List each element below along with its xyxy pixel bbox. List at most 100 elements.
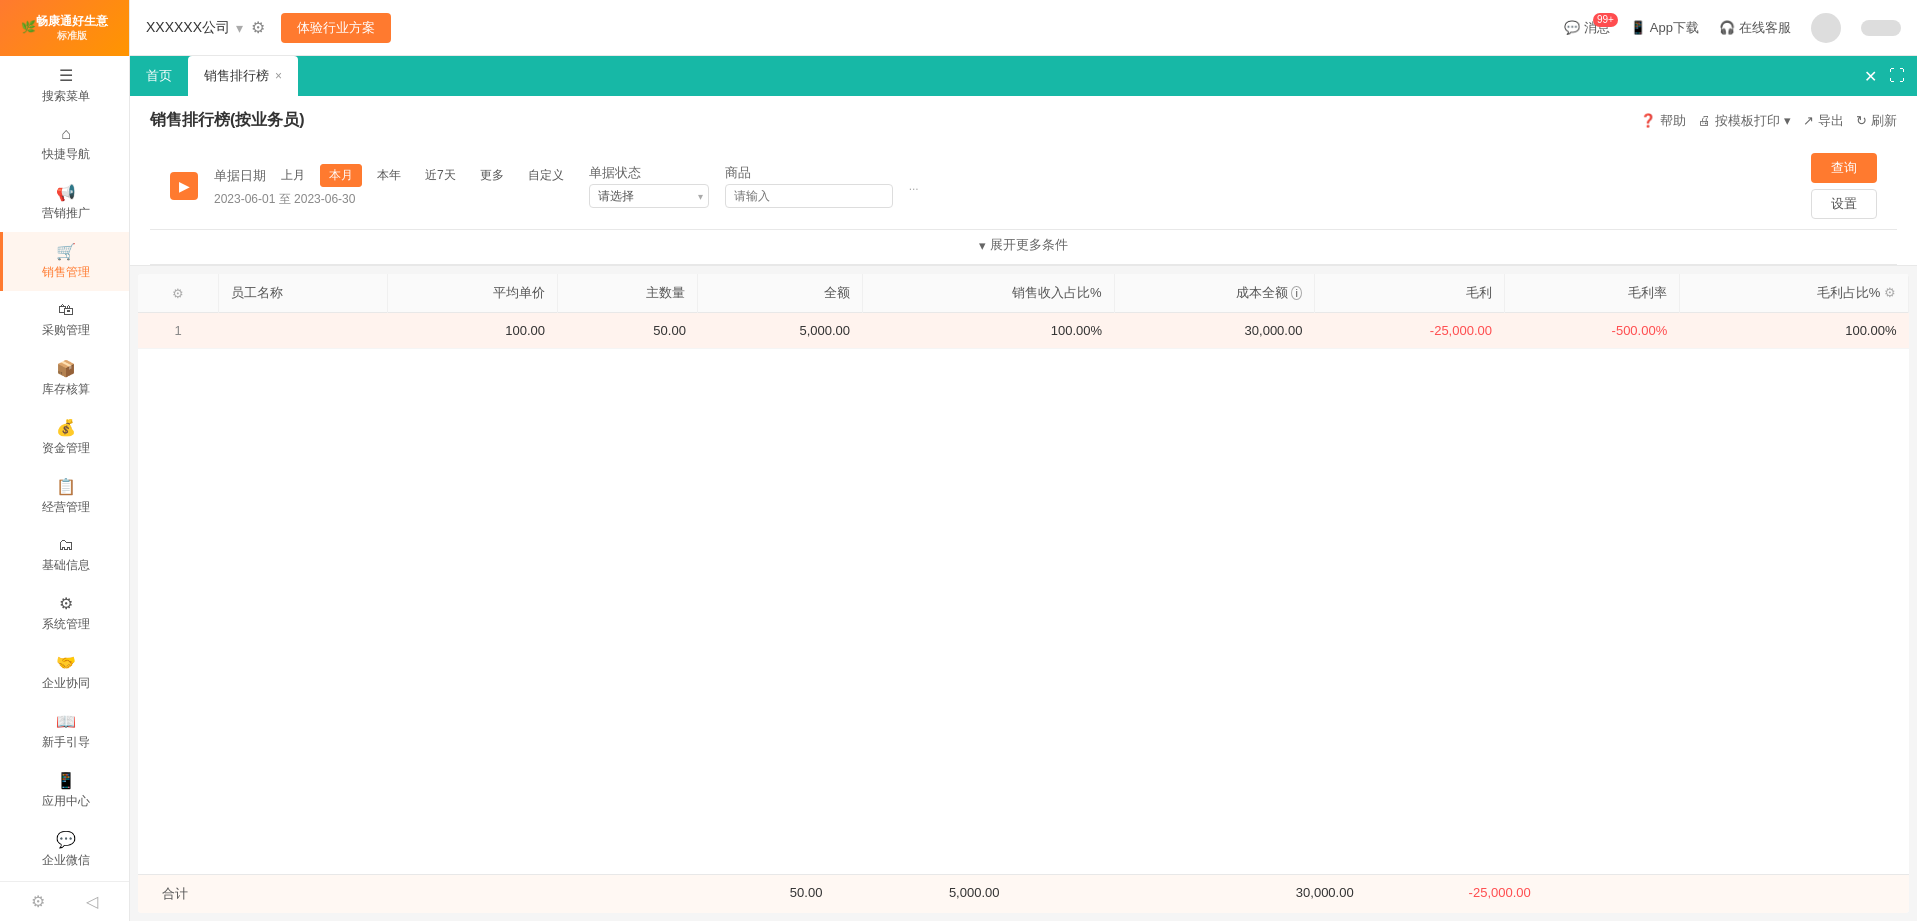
cell-rank: 1 xyxy=(138,313,218,349)
footer-main-qty-cell: 50.00 xyxy=(657,885,834,903)
avatar[interactable] xyxy=(1811,13,1841,43)
footer-avg-price-cell xyxy=(480,885,657,903)
cell-gross: -25,000.00 xyxy=(1314,313,1504,349)
query-btn-area: 查询 设置 xyxy=(1811,153,1877,219)
sidebar-item-搜索菜单[interactable]: ☰ 搜索菜单 xyxy=(0,56,129,115)
sidebar-item-系统管理[interactable]: ⚙ 系统管理 xyxy=(0,584,129,643)
date-opt-custom[interactable]: 自定义 xyxy=(519,164,573,187)
message-icon: 💬 xyxy=(1564,20,1580,35)
company-selector[interactable]: XXXXXX公司 ▾ xyxy=(146,19,243,37)
date-opt-more[interactable]: 更多 xyxy=(471,164,513,187)
sidebar-item-企业协同[interactable]: 🤝 企业协同 xyxy=(0,643,129,702)
message-button[interactable]: 💬 消息 99+ xyxy=(1564,19,1610,37)
sidebar-item-资金管理[interactable]: 💰 资金管理 xyxy=(0,408,129,467)
col-sales-pct: 销售收入占比% xyxy=(862,274,1114,313)
tab-close-icon[interactable]: × xyxy=(275,69,282,83)
cost-info-icon[interactable]: i xyxy=(1291,286,1301,300)
expand-button[interactable]: ▾ 展开更多条件 xyxy=(979,236,1068,254)
sidebar-item-应用中心[interactable]: 📱 应用中心 xyxy=(0,761,129,820)
sidebar-label-6: 资金管理 xyxy=(42,440,90,457)
col-settings[interactable]: ⚙ xyxy=(138,274,218,313)
sidebar-icon-9: ⚙ xyxy=(59,594,73,613)
sidebar-item-采购管理[interactable]: 🛍 采购管理 xyxy=(0,291,129,349)
help-button[interactable]: ❓ 帮助 xyxy=(1640,112,1686,130)
sidebar-label-0: 搜索菜单 xyxy=(42,88,90,105)
page-title: 销售排行榜(按业务员) xyxy=(150,110,305,131)
page-actions: ❓ 帮助 🖨 按模板打印 ▾ ↗ 导出 ↻ 刷新 xyxy=(1640,112,1897,130)
query-button[interactable]: 查询 xyxy=(1811,153,1877,183)
sidebar-item-库存核算[interactable]: 📦 库存核算 xyxy=(0,349,129,408)
topbar-settings-icon[interactable]: ⚙ xyxy=(251,18,265,37)
sidebar-label-7: 经营管理 xyxy=(42,499,90,516)
tab-fullscreen-icon[interactable]: ⛶ xyxy=(1889,67,1905,85)
sidebar-item-快捷导航[interactable]: ⌂ 快捷导航 xyxy=(0,115,129,173)
sidebar-item-经营管理[interactable]: 📋 经营管理 xyxy=(0,467,129,526)
sidebar-label-4: 采购管理 xyxy=(42,322,90,339)
print-button[interactable]: 🖨 按模板打印 ▾ xyxy=(1698,112,1791,130)
app-download-label: App下载 xyxy=(1650,19,1699,37)
sidebar-item-企业微信[interactable]: 💬 企业微信 xyxy=(0,820,129,879)
footer-amount-cell: 5,000.00 xyxy=(834,885,1011,903)
sidebar-icon-4: 🛍 xyxy=(58,301,74,319)
sidebar-collapse-icon[interactable]: ◁ xyxy=(86,892,98,911)
status-select[interactable]: 请选择 xyxy=(589,184,709,208)
tab-sales-rank[interactable]: 销售排行榜 × xyxy=(188,56,298,96)
col-gross-pct: 毛利占比% ⚙ xyxy=(1679,274,1908,313)
date-opt-this-month[interactable]: 本月 xyxy=(320,164,362,187)
sidebar-nav: ☰ 搜索菜单 ⌂ 快捷导航 📢 营销推广 🛒 销售管理 🛍 采购管理 📦 库存核… xyxy=(0,56,129,881)
cell-sales-pct: 100.00% xyxy=(862,313,1114,349)
sidebar-icon-12: 📱 xyxy=(56,771,76,790)
expand-label: 展开更多条件 xyxy=(990,236,1068,254)
col-cost: 成本全额 i xyxy=(1114,274,1314,313)
refresh-button[interactable]: ↻ 刷新 xyxy=(1856,112,1897,130)
sidebar-footer: ⚙ ◁ xyxy=(0,881,129,921)
sidebar-icon-8: 🗂 xyxy=(58,536,74,554)
content-area: 销售排行榜(按业务员) ❓ 帮助 🖨 按模板打印 ▾ ↗ 导出 xyxy=(130,96,1917,921)
footer-label-cell: 合计 xyxy=(150,885,480,903)
sidebar-icon-0: ☰ xyxy=(59,66,73,85)
sidebar-label-3: 销售管理 xyxy=(42,264,90,281)
app-logo: 🌿 畅康通好生意 标准版 xyxy=(0,0,129,56)
help-icon: ❓ xyxy=(1640,113,1656,128)
sidebar-label-9: 系统管理 xyxy=(42,616,90,633)
product-input[interactable] xyxy=(725,184,893,208)
status-filter-label: 单据状态 xyxy=(589,164,709,182)
footer-gross-cell: -25,000.00 xyxy=(1366,885,1543,903)
sidebar-label-1: 快捷导航 xyxy=(42,146,90,163)
company-name: XXXXXX公司 xyxy=(146,19,230,37)
app-download-button[interactable]: 📱 App下载 xyxy=(1630,19,1699,37)
sidebar-label-8: 基础信息 xyxy=(42,557,90,574)
date-opt-7days[interactable]: 近7天 xyxy=(416,164,465,187)
message-badge: 99+ xyxy=(1593,13,1618,27)
tab-close-window-icon[interactable]: ✕ xyxy=(1864,67,1877,86)
settings-button[interactable]: 设置 xyxy=(1811,189,1877,219)
sidebar-item-销售管理[interactable]: 🛒 销售管理 xyxy=(0,232,129,291)
logo-icon: 🌿 xyxy=(21,20,36,36)
date-opt-last-month[interactable]: 上月 xyxy=(272,164,314,187)
filter-collapse-button[interactable]: ▶ xyxy=(170,172,198,200)
topbar: XXXXXX公司 ▾ ⚙ 体验行业方案 💬 消息 99+ 📱 App下载 🎧 在… xyxy=(130,0,1917,56)
footer-main-qty: 50.00 xyxy=(790,885,823,900)
sidebar-item-新手引导[interactable]: 📖 新手引导 xyxy=(0,702,129,761)
sidebar-item-基础信息[interactable]: 🗂 基础信息 xyxy=(0,526,129,584)
footer-amount: 5,000.00 xyxy=(949,885,1000,900)
sidebar: 🌿 畅康通好生意 标准版 ☰ 搜索菜单 ⌂ 快捷导航 📢 营销推广 🛒 销售管理… xyxy=(0,0,130,921)
online-support-button[interactable]: 🎧 在线客服 xyxy=(1719,19,1791,37)
export-button[interactable]: ↗ 导出 xyxy=(1803,112,1844,130)
table-settings-icon[interactable]: ⚙ xyxy=(172,286,184,301)
print-icon: 🖨 xyxy=(1698,113,1711,128)
page-title-row: 销售排行榜(按业务员) ❓ 帮助 🖨 按模板打印 ▾ ↗ 导出 xyxy=(150,110,1897,131)
sidebar-settings-icon[interactable]: ⚙ xyxy=(31,892,45,911)
app-name: 畅康通好生意 xyxy=(36,14,108,30)
sidebar-item-营销推广[interactable]: 📢 营销推广 xyxy=(0,173,129,232)
company-chevron-icon: ▾ xyxy=(236,20,243,36)
sidebar-icon-11: 📖 xyxy=(56,712,76,731)
footer-cost-cell: 30,000.00 xyxy=(1189,885,1366,903)
gross-pct-settings-icon[interactable]: ⚙ xyxy=(1884,285,1896,300)
col-gross-rate: 毛利率 xyxy=(1504,274,1679,313)
filter-more-icon[interactable]: ... xyxy=(909,179,919,193)
tab-home[interactable]: 首页 xyxy=(130,56,188,96)
trial-button[interactable]: 体验行业方案 xyxy=(281,13,391,43)
date-opt-this-year[interactable]: 本年 xyxy=(368,164,410,187)
footer-cost: 30,000.00 xyxy=(1296,885,1354,900)
